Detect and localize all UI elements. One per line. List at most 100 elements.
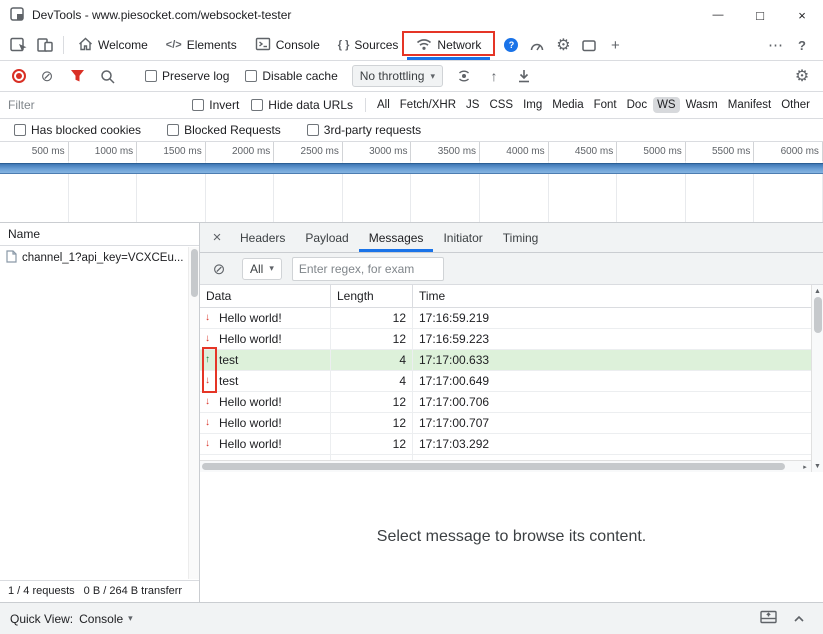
import-har-icon[interactable]: ↑: [481, 61, 507, 91]
filter-type-other[interactable]: Other: [777, 97, 814, 113]
tab-console[interactable]: Console: [246, 30, 329, 60]
name-column-header[interactable]: Name: [0, 223, 199, 246]
request-item[interactable]: channel_1?api_key=VCXCEu...: [0, 246, 199, 269]
timeline-tick: 3500 ms: [411, 142, 481, 161]
scroll-up-icon[interactable]: ▲: [812, 285, 823, 297]
tab-headers[interactable]: Headers: [230, 223, 295, 252]
filter-type-img[interactable]: Img: [519, 97, 546, 113]
timeline-tick: 2000 ms: [206, 142, 275, 161]
tab-label: Network: [437, 38, 482, 52]
invert-checkbox[interactable]: Invert: [192, 98, 239, 112]
message-type-dropdown[interactable]: All ▾: [242, 257, 282, 280]
disable-cache-checkbox[interactable]: Disable cache: [245, 69, 338, 83]
message-row[interactable]: ↓ Hello world! 12 17:17:00.706: [200, 392, 823, 413]
quick-view-dropdown[interactable]: Console ▾: [79, 612, 133, 626]
message-row[interactable]: ↓ test 4 17:17:00.649: [200, 371, 823, 392]
network-conditions-icon[interactable]: [451, 61, 477, 91]
caret-down-icon: ▾: [128, 613, 133, 623]
regex-filter-input[interactable]: [291, 256, 444, 281]
minimize-button[interactable]: —: [697, 0, 739, 30]
requests-scrollbar[interactable]: [188, 247, 199, 579]
close-detail-icon[interactable]: ×: [204, 223, 230, 252]
throttling-dropdown[interactable]: No throttling ▾: [351, 65, 443, 87]
settings-gear-icon[interactable]: ⚙: [550, 30, 576, 60]
network-settings-gear-icon[interactable]: ⚙: [789, 61, 815, 91]
close-button[interactable]: ×: [781, 0, 823, 30]
filter-input[interactable]: [8, 98, 177, 112]
websocket-duration-bar: [0, 163, 823, 174]
filter-funnel-icon[interactable]: [64, 61, 90, 91]
tab-initiator[interactable]: Initiator: [433, 223, 492, 252]
maximize-button[interactable]: □: [739, 0, 781, 30]
hide-data-urls-checkbox[interactable]: Hide data URLs: [251, 98, 353, 112]
chevron-up-icon[interactable]: [793, 612, 805, 626]
filter-type-css[interactable]: CSS: [485, 97, 517, 113]
received-arrow-icon: ↓: [205, 312, 210, 323]
blocked-requests-checkbox[interactable]: Blocked Requests: [167, 123, 281, 137]
performance-icon[interactable]: [524, 30, 550, 60]
message-row[interactable]: ↓ Hello world! 12 17:16:59.223: [200, 329, 823, 350]
export-har-icon[interactable]: [511, 61, 537, 91]
column-header-data[interactable]: Data: [200, 285, 331, 307]
filter-type-ws[interactable]: WS: [653, 97, 680, 113]
more-options-icon[interactable]: ⋯: [763, 30, 789, 60]
filter-type-media[interactable]: Media: [548, 97, 587, 113]
tab-network[interactable]: Network: [402, 30, 496, 60]
received-arrow-icon: ↓: [205, 396, 210, 407]
drawer-icon[interactable]: [760, 610, 777, 627]
message-data: Hello world!: [219, 311, 282, 325]
tab-messages[interactable]: Messages: [358, 223, 434, 252]
message-row[interactable]: ↓ Hello world! 12 17:16:59.219: [200, 308, 823, 329]
detail-tabs: × Headers Payload Messages Initiator Tim…: [200, 223, 823, 253]
braces-icon: { }: [337, 39, 350, 51]
toolbar-extra-icons: ? ⚙ +: [498, 30, 628, 60]
messages-filter-bar: ⊘ All ▾: [200, 253, 823, 285]
device-frame-icon[interactable]: [576, 30, 602, 60]
devtools-icon: [10, 6, 24, 24]
filter-type-wasm[interactable]: Wasm: [682, 97, 722, 113]
clear-icon[interactable]: ⊘: [34, 61, 60, 91]
filter-type-doc[interactable]: Doc: [623, 97, 651, 113]
message-preview-area: Select message to browse its content.: [200, 472, 823, 602]
help-icon[interactable]: ?: [789, 30, 815, 60]
has-blocked-cookies-checkbox[interactable]: Has blocked cookies: [14, 123, 141, 137]
record-icon[interactable]: [12, 69, 26, 83]
third-party-requests-checkbox[interactable]: 3rd-party requests: [306, 123, 421, 137]
home-icon: [78, 37, 93, 54]
message-row[interactable]: ↓ Hello world! 12 17:17:00.707: [200, 413, 823, 434]
scroll-down-icon[interactable]: ▼: [812, 460, 823, 472]
message-length: 12: [331, 413, 413, 433]
tab-timing[interactable]: Timing: [493, 223, 549, 252]
column-header-length[interactable]: Length: [331, 285, 413, 307]
scroll-right-icon[interactable]: ▸: [799, 461, 811, 472]
empty-state-message: Select message to browse its content.: [376, 528, 647, 545]
message-row[interactable]: ↑ test 4 17:17:00.633: [200, 350, 823, 371]
messages-horizontal-scrollbar[interactable]: ▸: [200, 460, 811, 472]
search-icon[interactable]: [94, 61, 120, 91]
tab-label: Sources: [354, 38, 399, 52]
request-filters-bar: Has blocked cookies Blocked Requests 3rd…: [0, 119, 823, 142]
quick-view-label: Quick View:: [10, 611, 74, 626]
filter-type-js[interactable]: JS: [462, 97, 483, 113]
issues-icon[interactable]: ?: [498, 30, 524, 60]
message-row[interactable]: ↓ Hello world! 12 17:17:03.292: [200, 434, 823, 455]
inspect-icon[interactable]: [6, 30, 32, 60]
tab-elements[interactable]: </> Elements: [157, 30, 246, 60]
device-toolbar-icon[interactable]: [32, 30, 58, 60]
network-overview[interactable]: [0, 161, 823, 223]
filter-type-manifest[interactable]: Manifest: [724, 97, 775, 113]
filter-type-fetch-xhr[interactable]: Fetch/XHR: [396, 97, 460, 113]
clear-messages-icon[interactable]: ⊘: [206, 253, 232, 284]
tab-sources[interactable]: { } Sources: [329, 30, 408, 60]
tab-welcome[interactable]: Welcome: [69, 30, 157, 60]
messages-header: Data Length Time: [200, 285, 823, 308]
tab-payload[interactable]: Payload: [295, 223, 358, 252]
add-panel-icon[interactable]: +: [602, 30, 628, 60]
message-time: 17:16:59.223: [419, 332, 490, 346]
filter-type-all[interactable]: All: [373, 97, 394, 113]
message-data: Hello world!: [219, 332, 282, 346]
column-header-time[interactable]: Time: [413, 285, 823, 307]
filter-type-font[interactable]: Font: [590, 97, 621, 113]
messages-vertical-scrollbar[interactable]: ▲ ▼: [811, 285, 823, 472]
preserve-log-checkbox[interactable]: Preserve log: [145, 69, 229, 83]
